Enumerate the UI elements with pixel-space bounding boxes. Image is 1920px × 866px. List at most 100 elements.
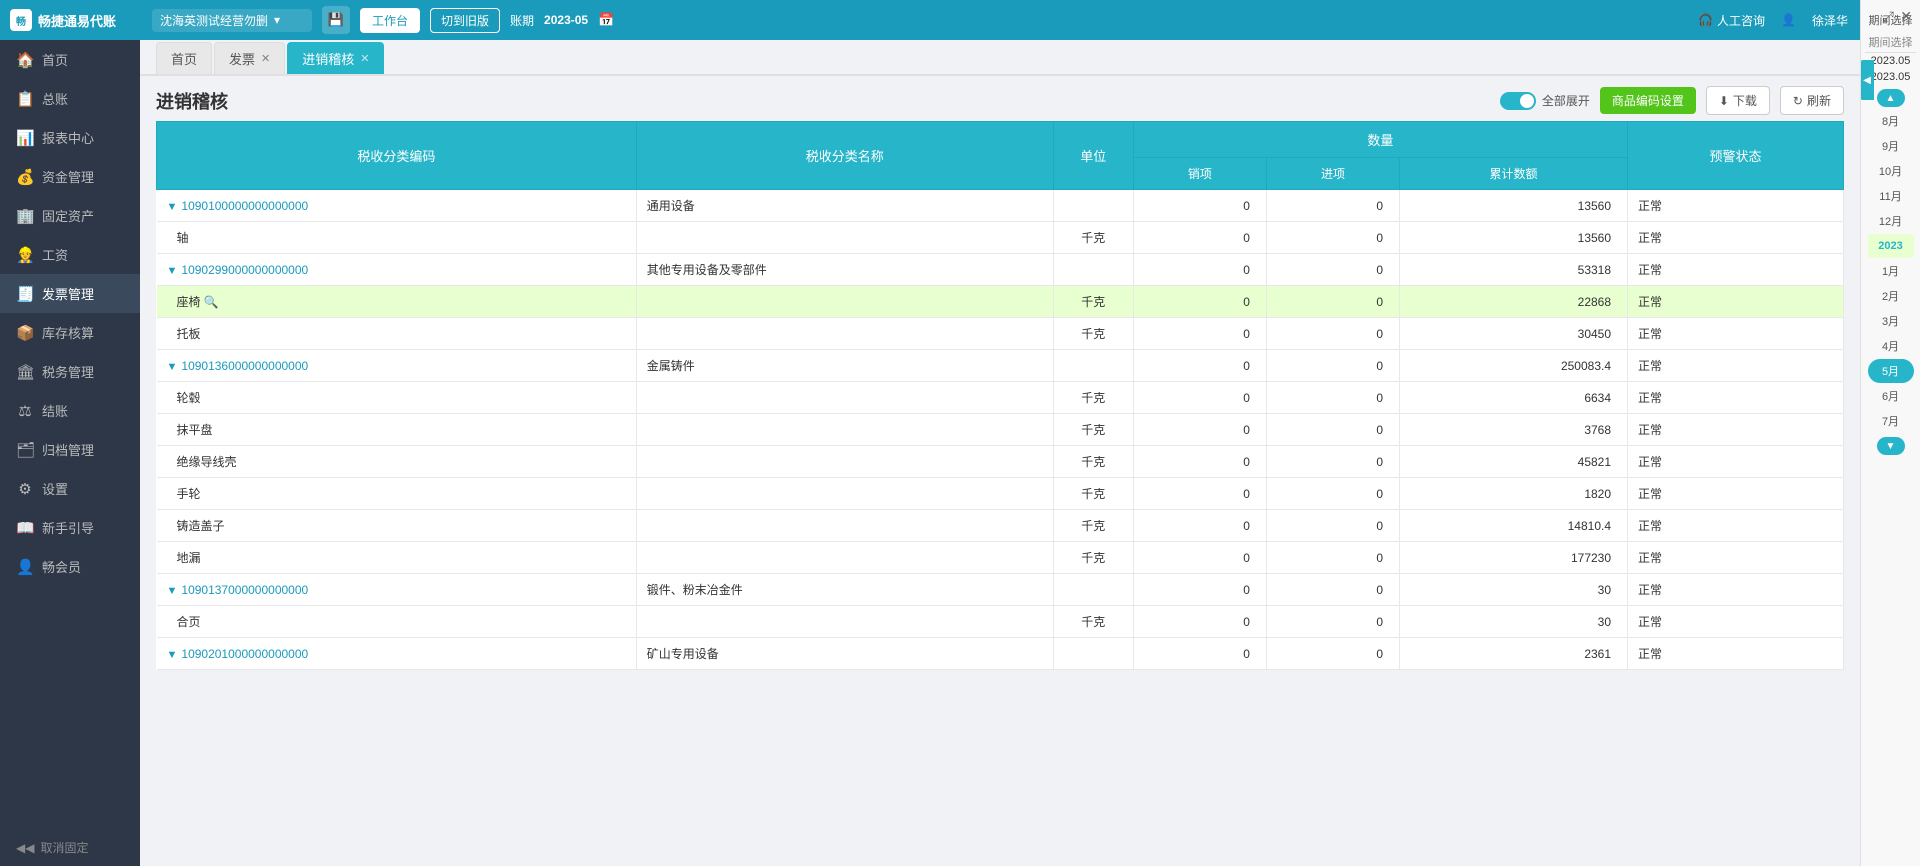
workspace-label: 工作台 (372, 12, 408, 29)
sidebar-item-首页[interactable]: 🏠首页 (0, 40, 140, 79)
toggle-control[interactable] (1500, 92, 1536, 110)
calendar-icon[interactable]: 📅 (598, 12, 614, 28)
cell-total: 1820 (1400, 478, 1628, 510)
expand-toggle[interactable]: 全部展开 (1500, 92, 1590, 110)
month-12[interactable]: 12月 (1868, 209, 1914, 233)
cell-purchase: 0 (1266, 478, 1399, 510)
expand-icon-2[interactable]: ▼ (167, 265, 178, 277)
sidebar-item-畅会员[interactable]: 👤畅会员 (0, 547, 140, 586)
month-11[interactable]: 11月 (1868, 184, 1914, 208)
table-row[interactable]: 轮毂 千克 0 0 6634 正常 (157, 382, 1844, 414)
table-row[interactable]: ▼1090137000000000000 锻件、粉末冶金件 0 0 30 正常 (157, 574, 1844, 606)
expand-icon-12[interactable]: ▼ (167, 585, 178, 597)
sidebar-item-结账[interactable]: ⚖结账 (0, 391, 140, 430)
scroll-down-btn[interactable]: ▼ (1877, 437, 1905, 455)
table-row[interactable]: ▼1090201000000000000 矿山专用设备 0 0 2361 正常 (157, 638, 1844, 670)
sidebar-icon-8: 🏛 (16, 363, 34, 381)
month-5[interactable]: 5月 (1868, 359, 1914, 383)
cell-sales: 0 (1133, 254, 1266, 286)
month-6[interactable]: 6月 (1868, 384, 1914, 408)
expand-icon-0[interactable]: ▼ (167, 201, 178, 213)
sidebar-item-报表中心[interactable]: 📊报表中心 (0, 118, 140, 157)
col-purchase: 进项 (1266, 158, 1399, 190)
product-code-btn[interactable]: 商品编码设置 (1600, 87, 1696, 114)
month-1[interactable]: 1月 (1868, 259, 1914, 283)
month-9[interactable]: 9月 (1868, 134, 1914, 158)
workspace-btn[interactable]: 工作台 (360, 8, 420, 33)
table-row[interactable]: 手轮 千克 0 0 1820 正常 (157, 478, 1844, 510)
sidebar-label-2: 报表中心 (42, 128, 94, 147)
user-avatar-icon: 👤 (1781, 13, 1796, 27)
panel-close-btn[interactable]: ✕ (1900, 8, 1912, 25)
tab-home[interactable]: 首页 (156, 42, 212, 74)
table-row[interactable]: 合页 千克 0 0 30 正常 (157, 606, 1844, 638)
col-tax-name: 税收分类名称 (636, 122, 1053, 190)
sidebar-label-7: 库存核算 (42, 323, 94, 342)
sidebar-item-设置[interactable]: ⚙设置 (0, 469, 140, 508)
table-row[interactable]: 抹平盘 千克 0 0 3768 正常 (157, 414, 1844, 446)
month-2[interactable]: 2月 (1868, 284, 1914, 308)
close-invoice-tab[interactable]: ✕ (261, 52, 270, 65)
sidebar-item-资金管理[interactable]: 💰资金管理 (0, 157, 140, 196)
sidebar-item-总账[interactable]: 📋总账 (0, 79, 140, 118)
cell-purchase: 0 (1266, 638, 1399, 670)
cell-name: 锻件、粉末冶金件 (636, 574, 1053, 606)
table-row[interactable]: 托板 千克 0 0 30450 正常 (157, 318, 1844, 350)
search-icon[interactable]: 🔍 (204, 295, 219, 309)
table-row[interactable]: ▼1090100000000000000 通用设备 0 0 13560 正常 (157, 190, 1844, 222)
table-row[interactable]: 铸造盖子 千克 0 0 14810.4 正常 (157, 510, 1844, 542)
cell-total: 45821 (1400, 446, 1628, 478)
sidebar-item-税务管理[interactable]: 🏛税务管理 (0, 352, 140, 391)
sidebar-item-新手引导[interactable]: 📖新手引导 (0, 508, 140, 547)
download-btn[interactable]: ⬇ 下载 (1706, 86, 1770, 115)
company-selector[interactable]: 沈海英测试经营勿删 ▾ (152, 9, 312, 32)
switch-version-btn[interactable]: 切到旧版 (430, 8, 500, 33)
expand-icon-5[interactable]: ▼ (167, 361, 178, 373)
tab-invoice[interactable]: 发票 ✕ (214, 42, 285, 74)
month-7[interactable]: 7月 (1868, 409, 1914, 433)
cell-sales: 0 (1133, 350, 1266, 382)
cell-name (636, 318, 1053, 350)
cell-status: 正常 (1628, 414, 1844, 446)
sidebar-item-库存核算[interactable]: 📦库存核算 (0, 313, 140, 352)
sidebar-label-10: 归档管理 (42, 440, 94, 459)
cell-total: 30450 (1400, 318, 1628, 350)
topbar-right: 🎧 人工咨询 👤 徐泽华 (1698, 12, 1848, 29)
panel-toggle-btn[interactable]: ◀ (1860, 60, 1874, 100)
period-value: 2023-05 (544, 13, 588, 27)
save-btn[interactable]: 💾 (322, 6, 350, 34)
topbar: 沈海英测试经营勿删 ▾ 💾 工作台 切到旧版 账期 2023-05 📅 🎧 人工… (140, 0, 1860, 40)
period-header: 期间选择 (1865, 32, 1916, 53)
cell-total: 14810.4 (1400, 510, 1628, 542)
refresh-btn[interactable]: ↻ 刷新 (1780, 86, 1844, 115)
month-3[interactable]: 3月 (1868, 309, 1914, 333)
cell-name (636, 606, 1053, 638)
table-row[interactable]: 绝缘导线壳 千克 0 0 45821 正常 (157, 446, 1844, 478)
service-btn[interactable]: 🎧 人工咨询 (1698, 12, 1765, 29)
cell-status: 正常 (1628, 446, 1844, 478)
cancel-pin-btn[interactable]: ◀◀ 取消固定 (0, 829, 140, 866)
close-reconciliation-tab[interactable]: ✕ (360, 52, 369, 65)
sidebar-item-工资[interactable]: 👷工资 (0, 235, 140, 274)
tab-reconciliation[interactable]: 进销稽核 ✕ (287, 42, 384, 74)
panel-expand-btn[interactable]: ⤢ (1883, 8, 1894, 25)
cell-status: 正常 (1628, 606, 1844, 638)
month-4[interactable]: 4月 (1868, 334, 1914, 358)
table-row[interactable]: 地漏 千克 0 0 177230 正常 (157, 542, 1844, 574)
month-10[interactable]: 10月 (1868, 159, 1914, 183)
right-panel: ✕ ⤢ ◀ 期间选择 期间选择 2023.05 2023.05 ▲ 8月 9月 … (1860, 0, 1920, 866)
month-8[interactable]: 8月 (1868, 109, 1914, 133)
table-row[interactable]: ▼1090136000000000000 金属铸件 0 0 250083.4 正… (157, 350, 1844, 382)
sidebar-item-归档管理[interactable]: 🗂归档管理 (0, 430, 140, 469)
cell-unit: 千克 (1053, 510, 1133, 542)
sidebar-icon-13: 👤 (16, 558, 34, 576)
scroll-up-btn[interactable]: ▲ (1877, 89, 1905, 107)
expand-icon-14[interactable]: ▼ (167, 649, 178, 661)
table-row[interactable]: 轴 千克 0 0 13560 正常 (157, 222, 1844, 254)
table-row[interactable]: 座椅 🔍 千克 0 0 22868 正常 (157, 286, 1844, 318)
col-quantity-group: 数量 (1133, 122, 1627, 158)
table-row[interactable]: ▼1090299000000000000 其他专用设备及零部件 0 0 5331… (157, 254, 1844, 286)
cell-purchase: 0 (1266, 190, 1399, 222)
sidebar-item-发票管理[interactable]: 🧾发票管理 (0, 274, 140, 313)
sidebar-item-固定资产[interactable]: 🏢固定资产 (0, 196, 140, 235)
